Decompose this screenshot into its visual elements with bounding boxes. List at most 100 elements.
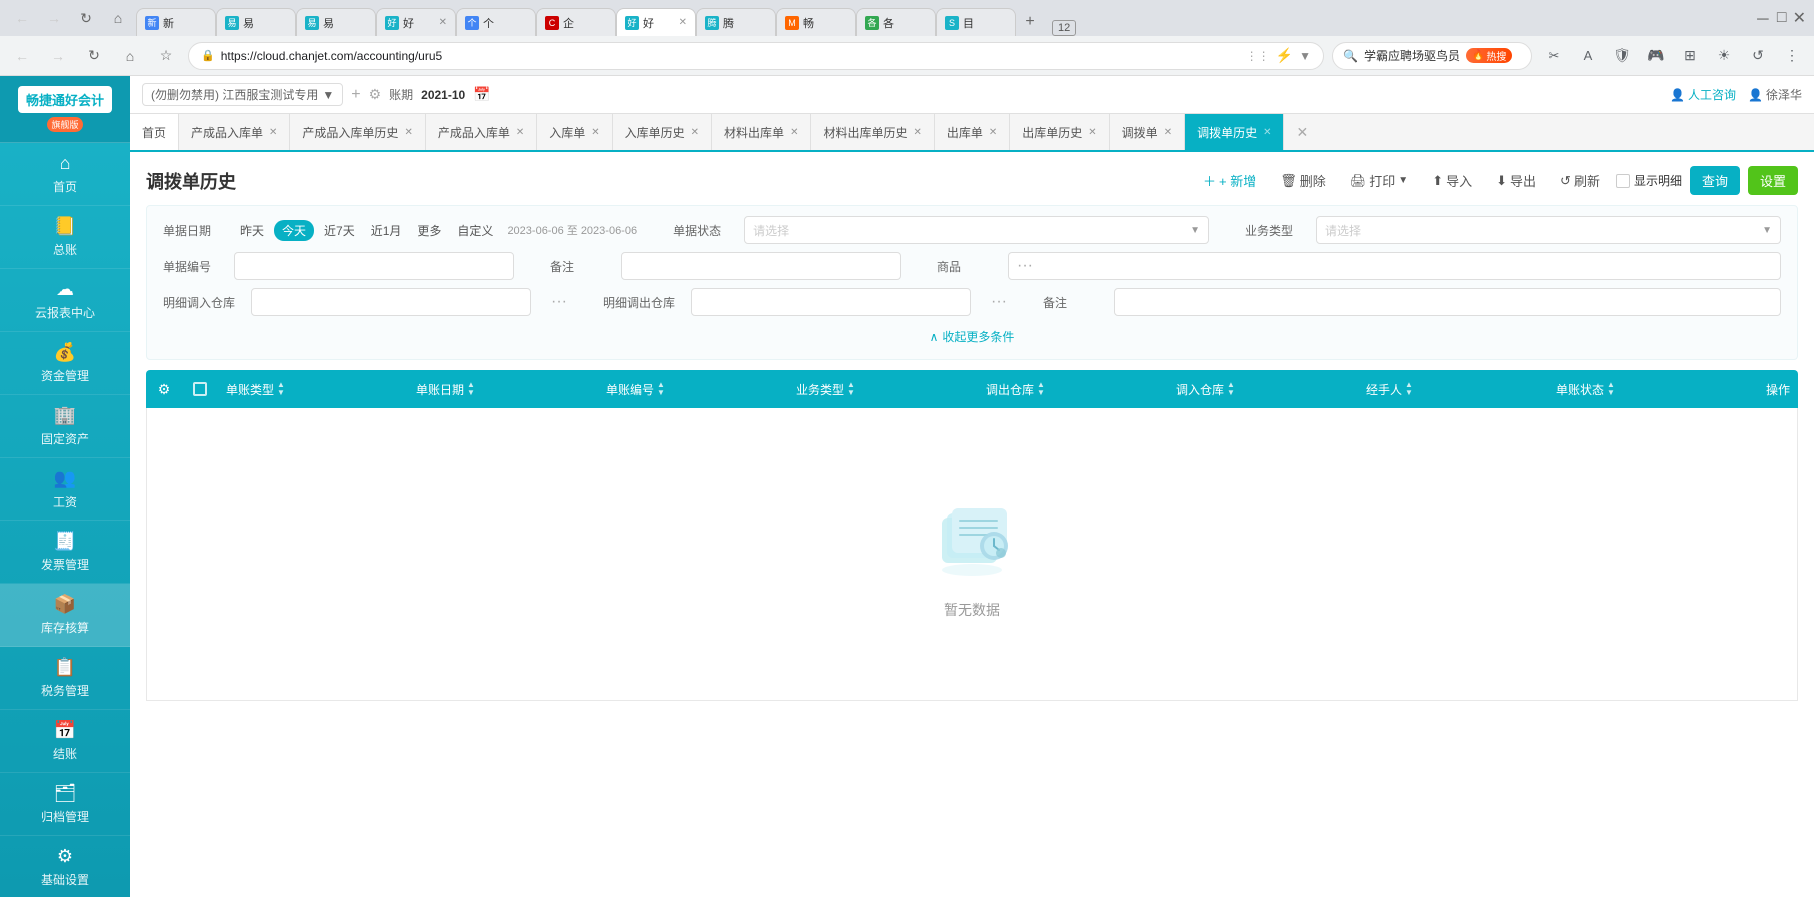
refresh-btn[interactable]: ↺ 刷新 [1552, 167, 1608, 194]
sidebar-item-funds[interactable]: 💰 资金管理 [0, 332, 130, 395]
tab-bar-close-btn[interactable]: ✕ [1288, 124, 1316, 141]
export-btn[interactable]: ⬇ 导出 [1488, 167, 1544, 194]
tab-material-outbound-history[interactable]: 材料出库单历史 ✕ [811, 114, 934, 151]
print-btn[interactable]: 🖨 打印 ▼ [1342, 167, 1416, 194]
browser-forward-btn[interactable]: → [40, 4, 68, 32]
tab-close-outbound[interactable]: ✕ [989, 127, 997, 138]
window-close-btn[interactable]: ✕ [1793, 8, 1806, 28]
tab-close-inbound-history[interactable]: ✕ [691, 127, 699, 138]
sidebar-item-ledger[interactable]: 📒 总账 [0, 206, 130, 269]
settings-icon[interactable]: ⚙ [369, 86, 382, 103]
browser-tab-1[interactable]: 新 新 [136, 8, 216, 36]
query-btn[interactable]: 查询 [1690, 166, 1740, 195]
browser-back-btn[interactable]: ← [8, 4, 36, 32]
tab-inbound[interactable]: 入库单 ✕ [537, 114, 612, 151]
remark2-input[interactable] [1114, 288, 1781, 316]
window-minimize-btn[interactable]: － [1755, 6, 1771, 30]
tab-close-prod-inbound-2[interactable]: ✕ [516, 127, 524, 138]
tab-prod-inbound[interactable]: 产成品入库单 ✕ [179, 114, 290, 151]
tab-close-prod-inbound[interactable]: ✕ [269, 127, 277, 138]
last7-btn[interactable]: 近7天 [318, 220, 361, 241]
detail-in-dots[interactable]: ··· [551, 293, 567, 311]
sidebar-item-inventory[interactable]: 📦 库存核算 [0, 584, 130, 647]
company-selector[interactable]: (勿删勿禁用) 江西服宝测试专用 ▼ [142, 83, 343, 106]
goods-select[interactable]: ··· [1008, 252, 1781, 280]
sidebar-item-home[interactable]: ⌂ 首页 [0, 143, 130, 206]
browser-tab-7[interactable]: 腾 腾 [696, 8, 776, 36]
more-icon[interactable]: ⋮ [1778, 42, 1806, 70]
tab-close-active[interactable]: ✕ [679, 17, 687, 28]
sidebar-item-period-end[interactable]: 📅 结账 [0, 710, 130, 773]
remark-input[interactable] [621, 252, 901, 280]
consulting-btn[interactable]: 👤 人工咨询 [1670, 86, 1736, 103]
tab-close-inbound[interactable]: ✕ [591, 127, 599, 138]
add-company-btn[interactable]: + [351, 86, 360, 104]
tab-close-transfer-history[interactable]: ✕ [1263, 127, 1271, 138]
grid-icon[interactable]: ⊞ [1676, 42, 1704, 70]
tab-close-material-outbound-history[interactable]: ✕ [913, 127, 921, 138]
th-handler[interactable]: 经手人 ▲▼ [1358, 381, 1548, 398]
goods-dots[interactable]: ··· [1017, 257, 1033, 275]
nav-forward-btn[interactable]: → [44, 42, 72, 70]
user-info[interactable]: 👤 徐泽华 [1748, 86, 1802, 103]
gamepad-icon[interactable]: 🎮 [1642, 42, 1670, 70]
tab-prod-inbound-2[interactable]: 产成品入库单 ✕ [426, 114, 537, 151]
tab-material-outbound[interactable]: 材料出库单 ✕ [712, 114, 811, 151]
th-biz-type[interactable]: 业务类型 ▲▼ [788, 381, 978, 398]
tab-outbound[interactable]: 出库单 ✕ [935, 114, 1010, 151]
tab-close-prod-inbound-history[interactable]: ✕ [404, 127, 412, 138]
th-doc-no[interactable]: 单账编号 ▲▼ [598, 381, 788, 398]
import-btn[interactable]: ⬆ 导入 [1424, 167, 1480, 194]
browser-home-btn[interactable]: ⌂ [104, 4, 132, 32]
address-box[interactable]: 🔒 https://cloud.chanjet.com/accounting/u… [188, 42, 1324, 70]
tab-home[interactable]: 首页 [130, 114, 179, 151]
browser-tab-active[interactable]: 好 好 ✕ [616, 8, 696, 36]
sidebar-item-tax[interactable]: 📋 税务管理 [0, 647, 130, 710]
th-checkbox[interactable] [182, 382, 218, 396]
tab-transfer[interactable]: 调拨单 ✕ [1110, 114, 1185, 151]
tab-outbound-history[interactable]: 出库单历史 ✕ [1010, 114, 1109, 151]
history-icon[interactable]: ↺ [1744, 42, 1772, 70]
more-btn[interactable]: 更多 [411, 220, 447, 241]
search-box[interactable]: 🔍 学霸应聘场驱鸟员 🔥 热搜 [1332, 42, 1532, 70]
sidebar-item-reports[interactable]: ☁ 云报表中心 [0, 269, 130, 332]
th-doc-date[interactable]: 单账日期 ▲▼ [408, 381, 598, 398]
browser-tab-6[interactable]: C 企 [536, 8, 616, 36]
nav-back-btn[interactable]: ← [8, 42, 36, 70]
custom-btn[interactable]: 自定义 [451, 220, 499, 241]
detail-in-select[interactable] [251, 288, 531, 316]
display-checkbox[interactable]: 显示明细 [1616, 172, 1682, 189]
browser-tab-9[interactable]: 各 各 [856, 8, 936, 36]
sidebar-item-fixed-assets[interactable]: 🏢 固定资产 [0, 395, 130, 458]
th-doc-status[interactable]: 单账状态 ▲▼ [1548, 381, 1738, 398]
doc-no-input[interactable] [234, 252, 514, 280]
display-checkbox-box[interactable] [1616, 174, 1630, 188]
browser-tab-2[interactable]: 易 易 [216, 8, 296, 36]
tab-close-material-outbound[interactable]: ✕ [790, 127, 798, 138]
tab-inbound-history[interactable]: 入库单历史 ✕ [613, 114, 712, 151]
brightness-icon[interactable]: ☀ [1710, 42, 1738, 70]
browser-tab-5[interactable]: 个 个 [456, 8, 536, 36]
sidebar-item-basic-settings[interactable]: ⚙ 基础设置 [0, 836, 130, 897]
delete-btn[interactable]: 🗑 删除 [1272, 167, 1334, 194]
today-btn[interactable]: 今天 [274, 220, 314, 241]
browser-tab-3[interactable]: 易 易 [296, 8, 376, 36]
tab-close-transfer[interactable]: ✕ [1164, 127, 1172, 138]
tab-prod-inbound-history[interactable]: 产成品入库单历史 ✕ [290, 114, 425, 151]
new-btn[interactable]: ＋ + 新增 [1195, 167, 1264, 194]
tab-transfer-history[interactable]: 调拨单历史 ✕ [1185, 114, 1284, 151]
shield-icon[interactable]: 🛡 [1608, 42, 1636, 70]
nav-favorite-btn[interactable]: ☆ [152, 42, 180, 70]
detail-out-dots[interactable]: ··· [991, 293, 1007, 311]
browser-tab-10[interactable]: S 目 [936, 8, 1016, 36]
sidebar-item-archive[interactable]: 🗂 归档管理 [0, 773, 130, 836]
nav-reload-btn[interactable]: ↻ [80, 42, 108, 70]
browser-tab-4[interactable]: 好 好 ✕ [376, 8, 456, 36]
dropdown-icon[interactable]: ▼ [1299, 49, 1311, 63]
calendar-icon[interactable]: 📅 [473, 86, 490, 103]
th-gear[interactable]: ⚙ [146, 381, 182, 398]
sidebar-item-salary[interactable]: 👥 工资 [0, 458, 130, 521]
window-maximize-btn[interactable]: □ [1777, 9, 1787, 27]
scissors-icon[interactable]: ✂ [1540, 42, 1568, 70]
status-select[interactable]: 请选择 ▼ [744, 216, 1209, 244]
